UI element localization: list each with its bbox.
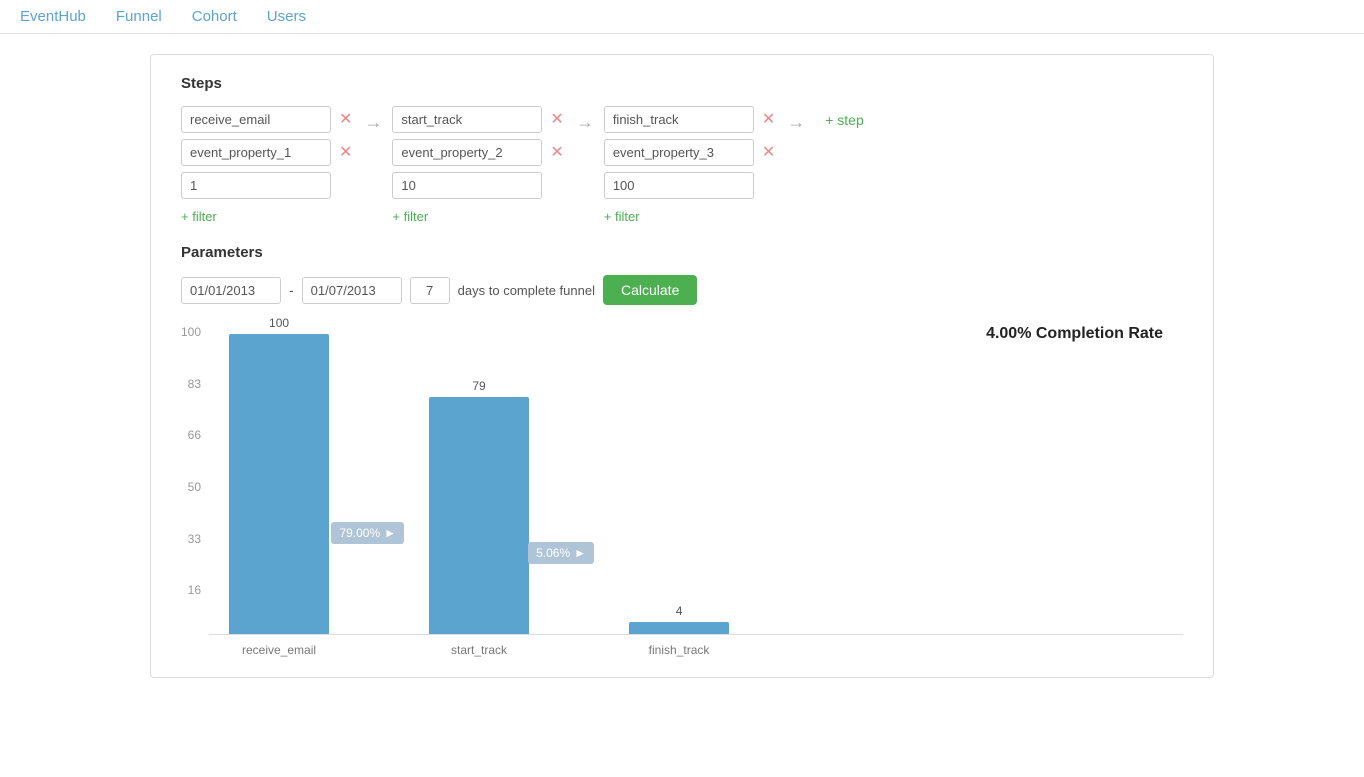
step-1-event-row: ✕ [181,106,354,133]
step-3-event-input[interactable] [604,106,754,133]
arrow-3-add: → [787,112,805,133]
calculate-button[interactable]: Calculate [603,275,697,305]
y-label-2: 66 [188,428,201,442]
arrow-2-3: → [576,112,594,133]
funnel-card: Steps ✕ ✕ + filter → [150,54,1214,678]
step-3-prop-input[interactable] [604,139,754,166]
step-3-event-row: ✕ [604,106,777,133]
step-1-prop-input[interactable] [181,139,331,166]
step-2-val-input[interactable] [392,172,542,199]
step-block-2: ✕ ✕ + filter [392,106,565,224]
step-3-filter[interactable]: + filter [604,209,777,224]
bars-container: 100 79.00% ► 79 [209,325,1183,635]
conversion-arrow-0: ► [384,526,396,540]
end-date-input[interactable] [302,277,402,304]
x-label-0: receive_email [229,643,329,657]
steps-row: ✕ ✕ + filter → ✕ [181,106,1183,224]
bars-area: 100 79.00% ► 79 [209,325,1183,657]
y-label-3: 50 [188,480,201,494]
add-step-button[interactable]: + step [825,112,864,128]
parameters-title: Parameters [181,244,1183,261]
step-1-filter[interactable]: + filter [181,209,354,224]
step-3-prop-row: ✕ [604,139,777,166]
nav-eventhub[interactable]: EventHub [20,8,86,25]
bar-group-2: 4 [629,604,729,634]
y-axis: 100 83 66 50 33 16 [181,325,209,655]
step-2-event-row: ✕ [392,106,565,133]
step-3-val-input[interactable] [604,172,754,199]
step-1-val-row [181,172,354,199]
arrow-1-2: → [364,112,382,133]
bar-group-0: 100 79.00% ► [229,316,329,634]
bar-0-value: 100 [269,316,289,330]
conversion-badge-0: 79.00% ► [331,522,404,544]
step-2-prop-input[interactable] [392,139,542,166]
parameters-section: Parameters - days to complete funnel Cal… [181,244,1183,305]
step-2-delete[interactable]: ✕ [548,110,565,130]
step-block-3: ✕ ✕ + filter [604,106,777,224]
step-block-1: ✕ ✕ + filter [181,106,354,224]
parameters-row: - days to complete funnel Calculate [181,275,1183,305]
conversion-arrow-1: ► [574,546,586,560]
nav-users[interactable]: Users [267,8,306,25]
step-3-prop-delete[interactable]: ✕ [760,143,777,163]
step-3-delete[interactable]: ✕ [760,110,777,130]
chart-wrapper: 100 83 66 50 33 16 100 [181,325,1183,657]
y-label-4: 33 [188,532,201,546]
x-label-2: finish_track [629,643,729,657]
bar-2-value: 4 [676,604,683,618]
step-1-delete[interactable]: ✕ [337,110,354,130]
chart-area: 4.00% Completion Rate 100 83 66 50 33 16 [181,325,1183,657]
step-2-prop-delete[interactable]: ✕ [548,143,565,163]
x-labels: receive_email start_track finish_track [209,643,1183,657]
bar-group-1: 79 5.06% ► [429,379,529,634]
days-input[interactable] [410,277,450,304]
y-label-5: 16 [188,583,201,597]
step-2-prop-row: ✕ [392,139,565,166]
conversion-badge-1: 5.06% ► [528,542,594,564]
bar-1 [429,397,529,634]
y-label-0: 100 [181,325,201,339]
start-date-input[interactable] [181,277,281,304]
date-separator: - [289,282,294,298]
days-label: days to complete funnel [458,283,595,298]
step-2-val-row [392,172,565,199]
x-label-1: start_track [429,643,529,657]
conversion-label-1: 5.06% [536,546,570,560]
step-1-prop-row: ✕ [181,139,354,166]
step-1-prop-delete[interactable]: ✕ [337,143,354,163]
step-1-event-input[interactable] [181,106,331,133]
step-2-filter[interactable]: + filter [392,209,565,224]
bar-0 [229,334,329,634]
nav-cohort[interactable]: Cohort [192,8,237,25]
bar-1-value: 79 [472,379,485,393]
steps-title: Steps [181,75,1183,92]
y-label-1: 83 [188,377,201,391]
step-2-event-input[interactable] [392,106,542,133]
main-content: Steps ✕ ✕ + filter → [0,34,1364,698]
nav-funnel[interactable]: Funnel [116,8,162,25]
step-3-val-row [604,172,777,199]
conversion-label-0: 79.00% [339,526,380,540]
main-nav: EventHub Funnel Cohort Users [0,0,1364,34]
step-1-val-input[interactable] [181,172,331,199]
bar-2 [629,622,729,634]
